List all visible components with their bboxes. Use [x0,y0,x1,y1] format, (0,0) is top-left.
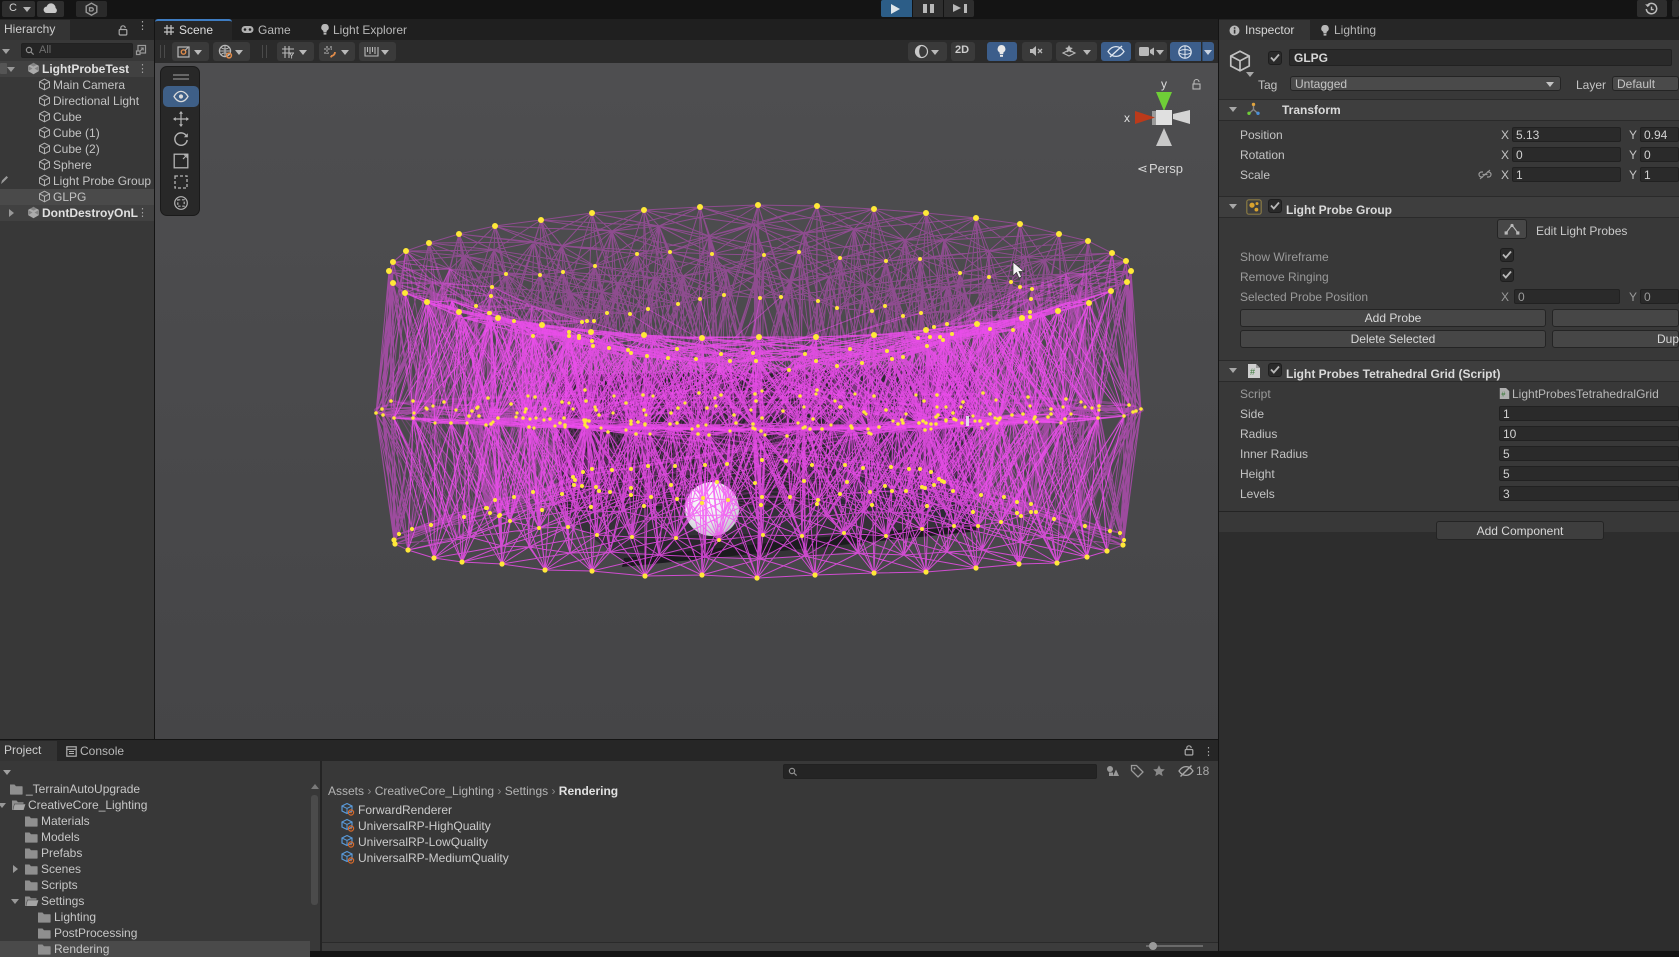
svg-text:⋖ Persp: ⋖ Persp [1137,161,1183,176]
svg-text:y: y [1161,77,1167,91]
svg-text:Y: Y [289,52,295,60]
svg-text:#: # [1501,392,1505,399]
svg-text:x: x [1124,111,1130,125]
svg-text:#: # [1250,367,1255,377]
